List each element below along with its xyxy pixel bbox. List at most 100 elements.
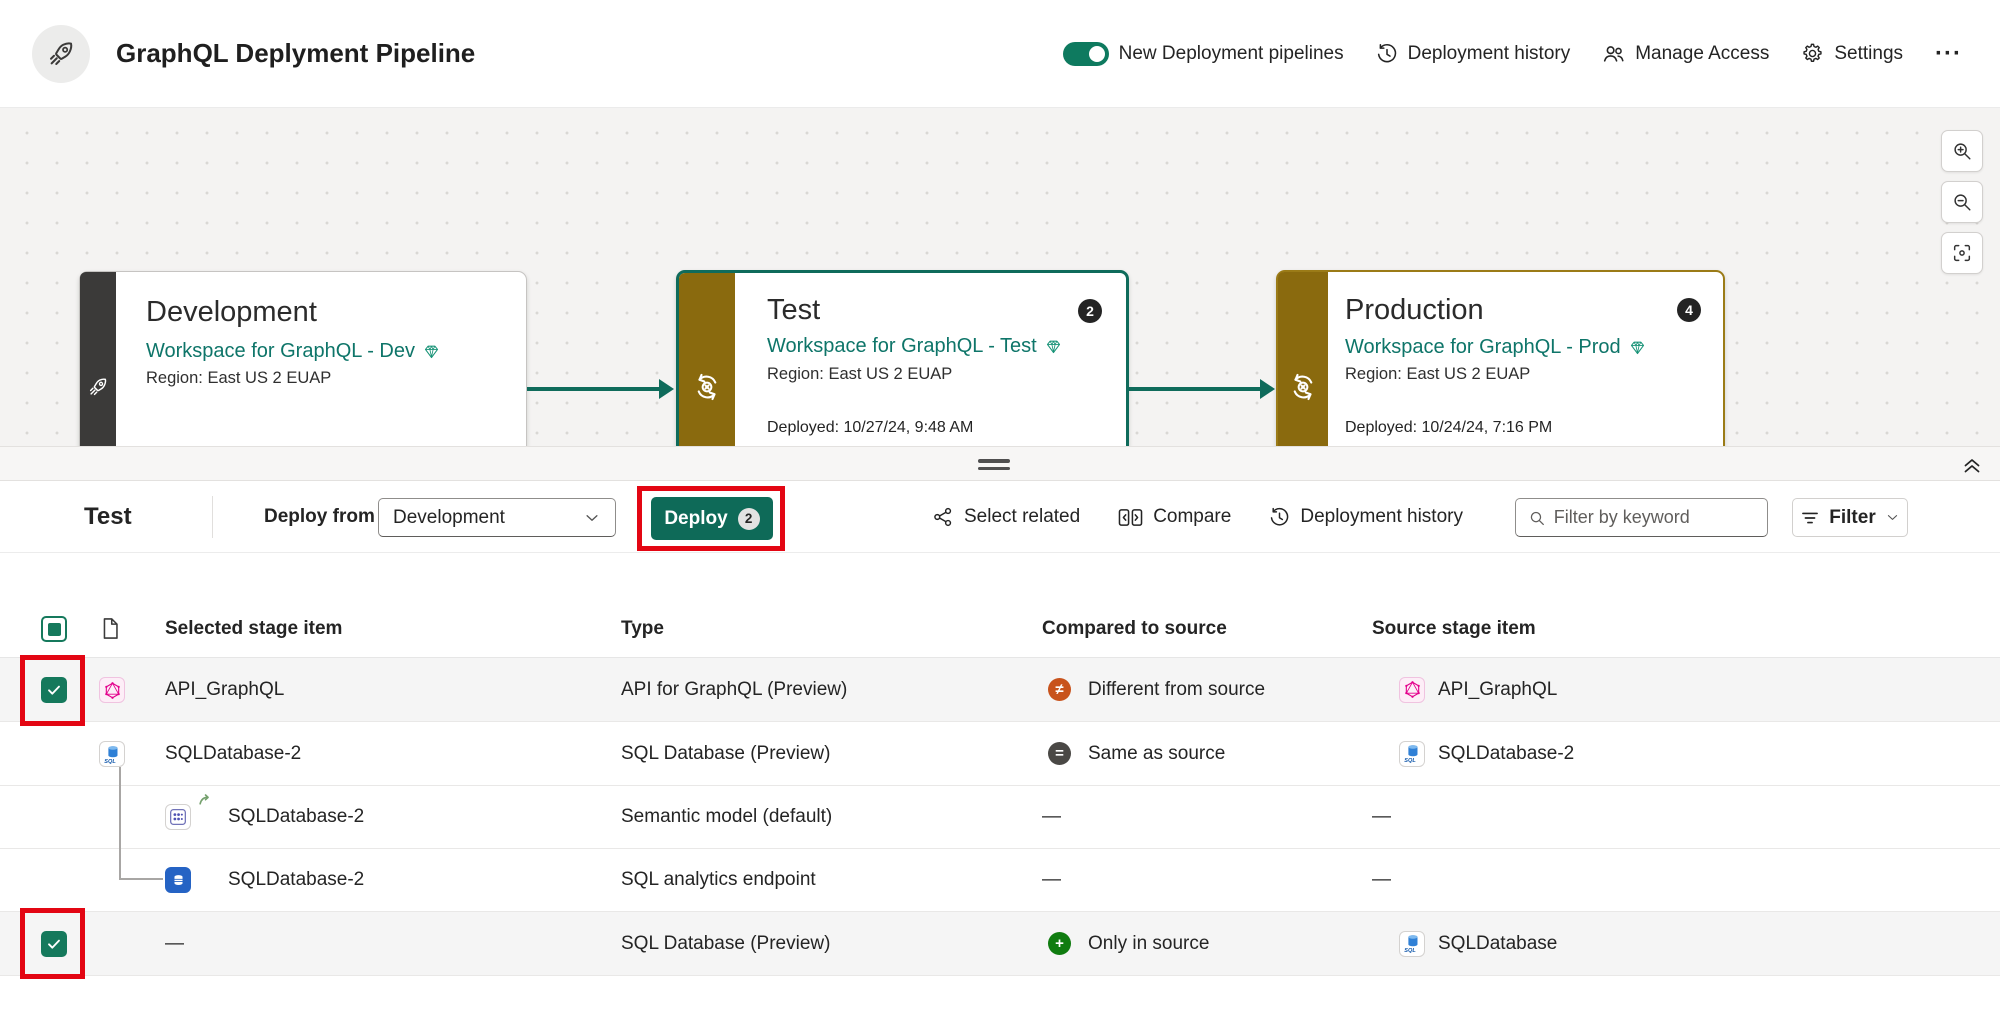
stage-title: Production <box>1345 294 1484 326</box>
compare-status-label: Same as source <box>1088 742 1226 764</box>
stage-title: Development <box>146 296 317 328</box>
settings-button[interactable]: Settings <box>1801 42 1903 65</box>
stage-region: Region: East US 2 EUAP <box>146 369 332 387</box>
item-name: SQLDatabase-2 <box>228 869 365 890</box>
zoom-out-button[interactable] <box>1941 181 1983 223</box>
source-item: — <box>1372 806 1391 827</box>
history-icon <box>1269 507 1290 528</box>
select-related-button[interactable]: Select related <box>932 506 1080 528</box>
table-row-semantic-model[interactable]: SQLDatabase-2 Semantic model (default) —… <box>0 786 2000 849</box>
tree-connector-vertical <box>119 767 121 880</box>
compare-status: — <box>1042 806 1061 827</box>
new-pipelines-toggle-group: New Deployment pipelines <box>1062 41 1344 66</box>
different-from-source-icon: ≠ <box>1048 678 1071 701</box>
zoom-in-button[interactable] <box>1941 130 1983 172</box>
page-title: GraphQL Deplyment Pipeline <box>116 38 476 68</box>
canvas-controls <box>1941 130 1983 274</box>
workspace-link-label: Workspace for GraphQL - Test <box>767 335 1037 357</box>
toolbar-divider <box>212 496 213 538</box>
row-checkbox[interactable] <box>41 677 67 703</box>
stage-deployed-time: Deployed: 10/24/24, 7:16 PM <box>1345 419 1553 436</box>
workspace-link-label: Workspace for GraphQL - Prod <box>1345 336 1621 358</box>
column-header-compared-to-source: Compared to source <box>1042 618 1227 639</box>
table-header-row: Selected stage item Type Compared to sou… <box>0 600 2000 658</box>
item-name: SQLDatabase-2 <box>165 742 302 764</box>
stage-item-count-badge: 4 <box>1677 298 1701 322</box>
compare-button[interactable]: Compare <box>1118 506 1231 529</box>
deployment-history-button[interactable]: Deployment history <box>1269 506 1463 528</box>
stage-items-table: Selected stage item Type Compared to sou… <box>0 553 2000 1031</box>
deployment-history-label: Deployment history <box>1300 506 1463 527</box>
manage-access-label: Manage Access <box>1635 42 1770 64</box>
table-row-api-graphql[interactable]: API_GraphQL API for GraphQL (Preview) ≠ … <box>0 658 2000 722</box>
file-icon <box>98 616 123 641</box>
sql-analytics-endpoint-icon <box>165 867 191 893</box>
item-type: SQL analytics endpoint <box>621 869 816 890</box>
pipeline-arrow-head <box>1260 379 1275 399</box>
stage-title: Test <box>767 294 821 326</box>
compare-status: — <box>1042 869 1061 890</box>
fit-to-screen-button[interactable] <box>1941 232 1983 274</box>
column-header-source-stage-item: Source stage item <box>1372 618 1536 639</box>
gear-icon <box>1801 42 1824 65</box>
compare-status: + Only in source <box>1048 912 1209 975</box>
pipeline-arrow-line <box>527 387 661 391</box>
app-header: GraphQL Deplyment Pipeline New Deploymen… <box>0 0 2000 108</box>
compare-label: Compare <box>1153 506 1232 527</box>
source-item-name: SQLDatabase <box>1438 932 1558 954</box>
source-item: SQLDatabase <box>1399 912 1557 975</box>
item-name: — <box>165 932 184 954</box>
keyword-filter-input[interactable] <box>1553 507 1755 528</box>
deploy-button[interactable]: Deploy 2 <box>651 497 773 540</box>
rocket-icon <box>46 39 76 69</box>
filter-label: Filter <box>1829 506 1876 528</box>
semantic-model-icon <box>165 804 191 830</box>
item-type: SQL Database (Preview) <box>621 742 831 764</box>
select-all-checkbox[interactable] <box>41 616 67 642</box>
toggle-knob <box>1088 45 1105 62</box>
api-graphql-icon <box>1399 676 1425 703</box>
table-row-sqldatabase-only-in-source[interactable]: — SQL Database (Preview) + Only in sourc… <box>0 912 2000 976</box>
workspace-link[interactable]: Workspace for GraphQL - Test <box>767 335 1062 358</box>
diamond-icon <box>423 343 440 360</box>
deploy-count-badge: 2 <box>737 507 760 530</box>
table-row-sqldatabase-2[interactable]: SQLDatabase-2 SQL Database (Preview) = S… <box>0 722 2000 786</box>
toolbar-actions: Select related Compare Deployment histor… <box>932 481 1463 553</box>
double-chevron-up-icon <box>1960 453 1984 477</box>
keyword-filter-box <box>1515 498 1768 537</box>
stage-deployed-time: Deployed: 10/27/24, 9:48 AM <box>767 419 974 436</box>
rocket-icon <box>87 376 109 398</box>
item-name: API_GraphQL <box>165 678 285 700</box>
item-type: SQL Database (Preview) <box>621 932 831 954</box>
manage-access-button[interactable]: Manage Access <box>1602 42 1769 65</box>
stage-region: Region: East US 2 EUAP <box>767 365 953 383</box>
filter-icon <box>1800 508 1820 528</box>
source-item: — <box>1372 869 1391 890</box>
workspace-link[interactable]: Workspace for GraphQL - Dev <box>146 340 440 363</box>
sync-icon <box>1288 372 1318 402</box>
workspace-link-label: Workspace for GraphQL - Dev <box>146 340 415 362</box>
splitter-drag-handle[interactable] <box>978 459 1010 474</box>
stage-item-count-badge: 2 <box>1078 299 1102 323</box>
compare-icon <box>1118 506 1143 529</box>
check-icon <box>46 936 62 952</box>
indeterminate-mark <box>47 622 61 636</box>
workspace-link[interactable]: Workspace for GraphQL - Prod <box>1345 336 1646 359</box>
more-options-button[interactable]: ··· <box>1935 40 1962 68</box>
deployment-history-button[interactable]: Deployment history <box>1376 43 1570 65</box>
column-header-selected-stage-item: Selected stage item <box>165 618 343 639</box>
deploy-from-dropdown[interactable]: Development <box>378 498 616 537</box>
table-row-sql-analytics-endpoint[interactable]: SQLDatabase-2 SQL analytics endpoint — — <box>0 849 2000 912</box>
sql-database-icon <box>99 741 125 767</box>
only-in-source-icon: + <box>1048 932 1071 955</box>
check-icon <box>46 682 62 698</box>
history-icon <box>1376 43 1398 65</box>
collapse-panel-button[interactable] <box>1960 453 1984 477</box>
header-actions: New Deployment pipelines Deployment hist… <box>1062 40 1962 68</box>
new-deployment-pipelines-toggle[interactable] <box>1062 41 1109 66</box>
compare-status: = Same as source <box>1048 722 1225 785</box>
filter-button[interactable]: Filter <box>1792 498 1908 537</box>
pipeline-arrow-head <box>659 379 674 399</box>
row-checkbox[interactable] <box>41 931 67 957</box>
fit-to-screen-icon <box>1951 242 1973 264</box>
